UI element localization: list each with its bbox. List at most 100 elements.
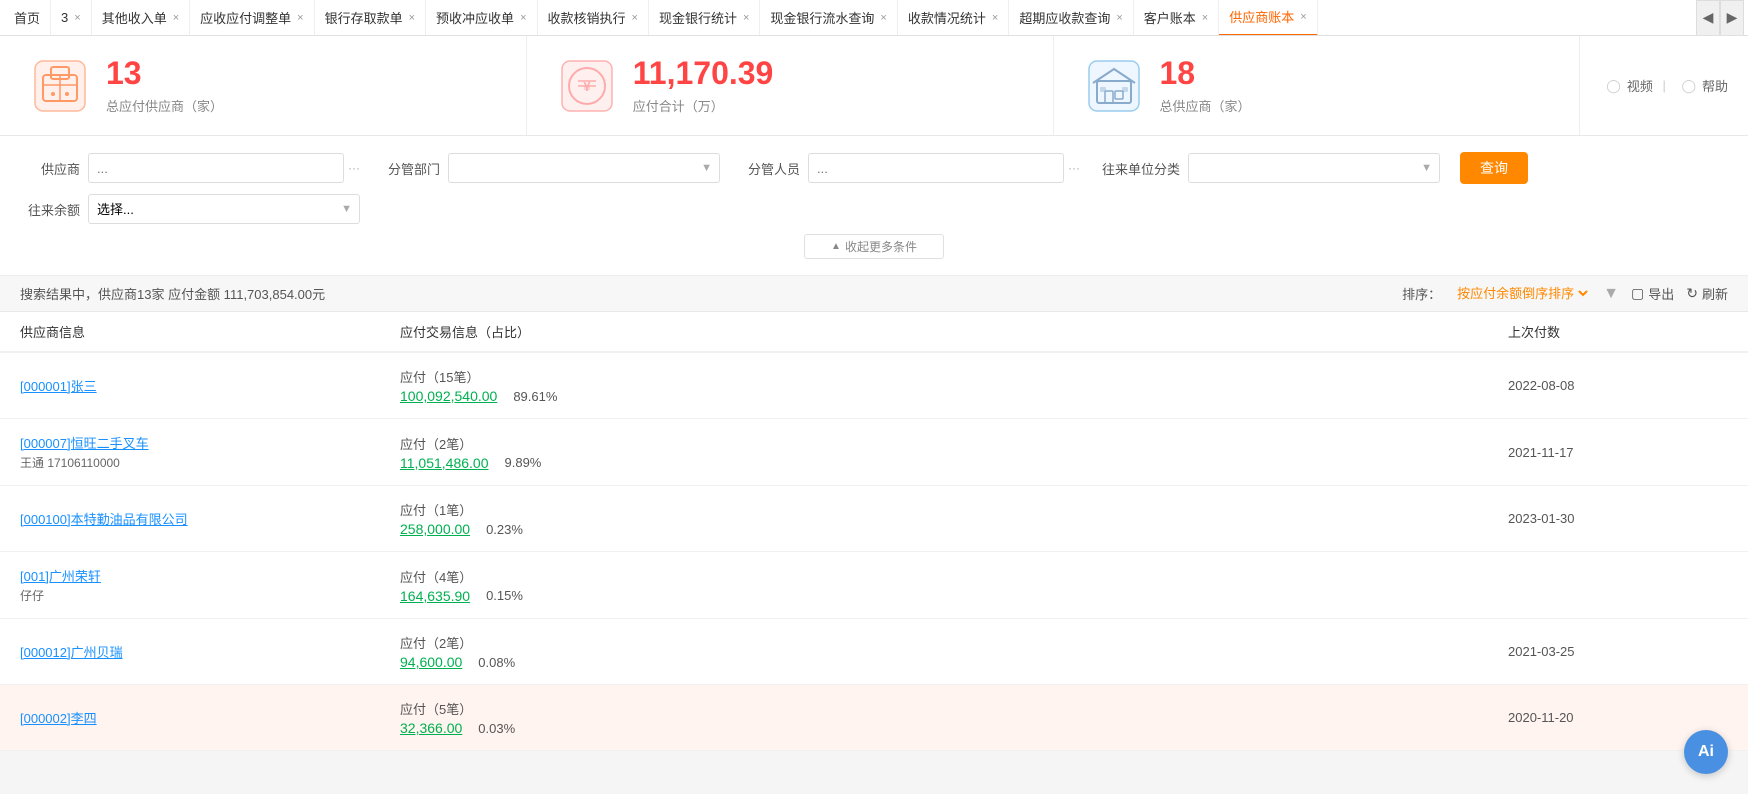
nav-home[interactable]: 首页 (4, 0, 51, 36)
result-bar: 搜索结果中，供应商13家 应付金额 111,703,854.00元 排序： 按应… (0, 276, 1748, 312)
query-button[interactable]: 查询 (1460, 152, 1528, 184)
payable-percent: 0.15% (486, 588, 523, 603)
close-icon[interactable]: × (1202, 12, 1208, 24)
category-select-wrap: ▼ (1188, 153, 1440, 183)
table-row[interactable]: [001]广州荣轩 仔仔 应付（4笔） 164,635.90 0.15% (0, 552, 1748, 619)
table-row-inner: [001]广州荣轩 仔仔 应付（4笔） 164,635.90 0.15% (0, 552, 1748, 618)
nav-supplier-ledger[interactable]: 供应商账本 × (1219, 0, 1317, 36)
payable-label: 应付（4笔） (400, 567, 472, 586)
close-icon[interactable]: × (632, 12, 638, 24)
collapse-area: ▲ 收起更多条件 (20, 234, 1728, 259)
last-pay-cell: 2023-01-30 (1508, 511, 1728, 526)
export-button[interactable]: ▢ 导出 (1631, 284, 1674, 303)
supplier-link[interactable]: [000100]本特勤油品有限公司 (20, 512, 188, 527)
stat-supplier-label: 总供应商（家） (1160, 96, 1251, 115)
close-icon[interactable]: × (173, 12, 179, 24)
refresh-button[interactable]: ↻ 刷新 (1686, 284, 1728, 303)
nav-advance-receipt[interactable]: 预收冲应收单 × (426, 0, 537, 36)
table-row[interactable]: [000002]李四 应付（5笔） 32,366.000.03% 2020-11… (0, 685, 1748, 751)
balance-label: 往来余额 (20, 200, 80, 219)
export-icon: ▢ (1631, 285, 1644, 302)
nav-collection-stats[interactable]: 收款情况统计 × (898, 0, 1009, 36)
payable-percent: 0.23% (486, 522, 523, 537)
close-icon[interactable]: × (74, 12, 80, 24)
sort-arrow-icon: ▼ (1603, 285, 1619, 303)
supplier-info-cell: [000012]广州贝瑞 (20, 642, 400, 661)
stat-payable-total: ¥ 11,170.39 应付合计（万） (527, 36, 1054, 135)
supplier-link[interactable]: [001]广州荣轩 (20, 569, 101, 584)
close-icon[interactable]: × (1116, 12, 1122, 24)
stat-total-number: 11,170.39 (633, 56, 774, 91)
table-scroll: [000001]张三 应付（15笔） 100,092,540.0089.61% … (0, 353, 1748, 751)
nav-scroll-right[interactable]: ▶ (1720, 0, 1744, 36)
supplier-link[interactable]: [000002]李四 (20, 711, 97, 726)
supplier-label: 供应商 (20, 159, 80, 178)
supplier-info-cell: [000001]张三 (20, 376, 400, 395)
result-actions: 排序： 按应付余额倒序排序 ▼ ▢ 导出 ↻ 刷新 (1402, 284, 1728, 303)
payable-cell: 应付（2笔） 11,051,486.009.89% (400, 434, 1508, 471)
search-area: 供应商 ··· 分管部门 ▼ 分管人员 ··· 往来单位分类 (0, 136, 1748, 276)
table-row[interactable]: [000001]张三 应付（15笔） 100,092,540.0089.61% … (0, 353, 1748, 419)
ai-button[interactable]: Ai (1684, 730, 1728, 774)
department-select[interactable] (448, 153, 720, 183)
payable-amount[interactable]: 94,600.00 (400, 654, 462, 670)
payable-cell: 应付（1笔） 258,000.000.23% (400, 500, 1508, 537)
close-icon[interactable]: × (743, 12, 749, 24)
supplier-info-cell: [001]广州荣轩 仔仔 (20, 566, 400, 604)
arrow-up-icon: ▲ (831, 241, 841, 252)
close-icon[interactable]: × (520, 12, 526, 24)
balance-select-wrap: 选择... ▼ (88, 194, 360, 224)
stat-payable-number: 13 (106, 56, 223, 91)
nav-bank-deposit[interactable]: 银行存取款单 × (315, 0, 426, 36)
payable-amount[interactable]: 100,092,540.00 (400, 388, 497, 404)
supplier-icon (30, 56, 90, 116)
close-icon[interactable]: × (992, 12, 998, 24)
video-link[interactable]: 视频 (1627, 76, 1653, 95)
person-input[interactable] (808, 153, 1064, 183)
last-pay-cell: 2022-08-08 (1508, 378, 1728, 393)
close-icon[interactable]: × (880, 12, 886, 24)
table-row[interactable]: [000012]广州贝瑞 应付（2笔） 94,600.000.08% 2021-… (0, 619, 1748, 685)
payable-amount[interactable]: 32,366.00 (400, 720, 462, 736)
stat-supplier-content: 18 总供应商（家） (1160, 56, 1251, 114)
nav-other-income[interactable]: 其他收入单 × (92, 0, 190, 36)
payable-amount[interactable]: 11,051,486.00 (400, 455, 489, 471)
table-row-inner: [000007]恒旺二手叉车 王通 17106110000 应付（2笔） 11,… (0, 419, 1748, 485)
nav-cash-bank-flow[interactable]: 现金银行流水查询 × (760, 0, 897, 36)
collapse-button[interactable]: ▲ 收起更多条件 (804, 234, 944, 259)
table-row-inner: [000001]张三 应付（15笔） 100,092,540.0089.61% … (0, 353, 1748, 418)
stat-payable-label: 总应付供应商（家） (106, 96, 223, 115)
supplier-link[interactable]: [000012]广州贝瑞 (20, 645, 123, 660)
supplier-input[interactable] (88, 153, 344, 183)
sort-select[interactable]: 按应付余额倒序排序 (1453, 285, 1591, 302)
table-row[interactable]: [000100]本特勤油品有限公司 应付（1笔） 258,000.000.23%… (0, 486, 1748, 552)
table-row[interactable]: [000007]恒旺二手叉车 王通 17106110000 应付（2笔） 11,… (0, 419, 1748, 486)
header-supplier-info: 供应商信息 (20, 322, 400, 341)
nav-tab-3[interactable]: 3 × (51, 0, 92, 36)
payable-amount[interactable]: 164,635.90 (400, 588, 470, 604)
category-select[interactable] (1188, 153, 1440, 183)
supplier-link[interactable]: [000007]恒旺二手叉车 (20, 436, 149, 451)
nav-scroll-left[interactable]: ◀ (1696, 0, 1720, 36)
nav-overdue-ar[interactable]: 超期应收款查询 × (1009, 0, 1133, 36)
balance-select[interactable]: 选择... (88, 194, 360, 224)
supplier-info-cell: [000007]恒旺二手叉车 王通 17106110000 (20, 433, 400, 471)
circle-icon-2: ◯ (1681, 78, 1696, 94)
payable-label: 应付（2笔） (400, 434, 472, 453)
nav-customer-ledger[interactable]: 客户账本 × (1134, 0, 1219, 36)
close-icon[interactable]: × (1300, 11, 1306, 23)
top-navigation: 首页 3 × 其他收入单 × 应收应付调整单 × 银行存取款单 × 预收冲应收单… (0, 0, 1748, 36)
nav-ar-ap-adjust[interactable]: 应收应付调整单 × (190, 0, 314, 36)
payable-amount[interactable]: 258,000.00 (400, 521, 470, 537)
stat-payable-suppliers: 13 总应付供应商（家） (0, 36, 527, 135)
payable-cell: 应付（4笔） 164,635.90 0.15% (400, 567, 1508, 604)
close-icon[interactable]: × (409, 12, 415, 24)
nav-collection-exec[interactable]: 收款核销执行 × (538, 0, 649, 36)
close-icon[interactable]: × (297, 12, 303, 24)
help-link[interactable]: 帮助 (1702, 76, 1728, 95)
stat-payable-content: 13 总应付供应商（家） (106, 56, 223, 114)
payable-label: 应付（2笔） (400, 633, 472, 652)
nav-cash-bank-stats[interactable]: 现金银行统计 × (649, 0, 760, 36)
supplier-link[interactable]: [000001]张三 (20, 379, 97, 394)
payable-total-icon: ¥ (557, 56, 617, 116)
